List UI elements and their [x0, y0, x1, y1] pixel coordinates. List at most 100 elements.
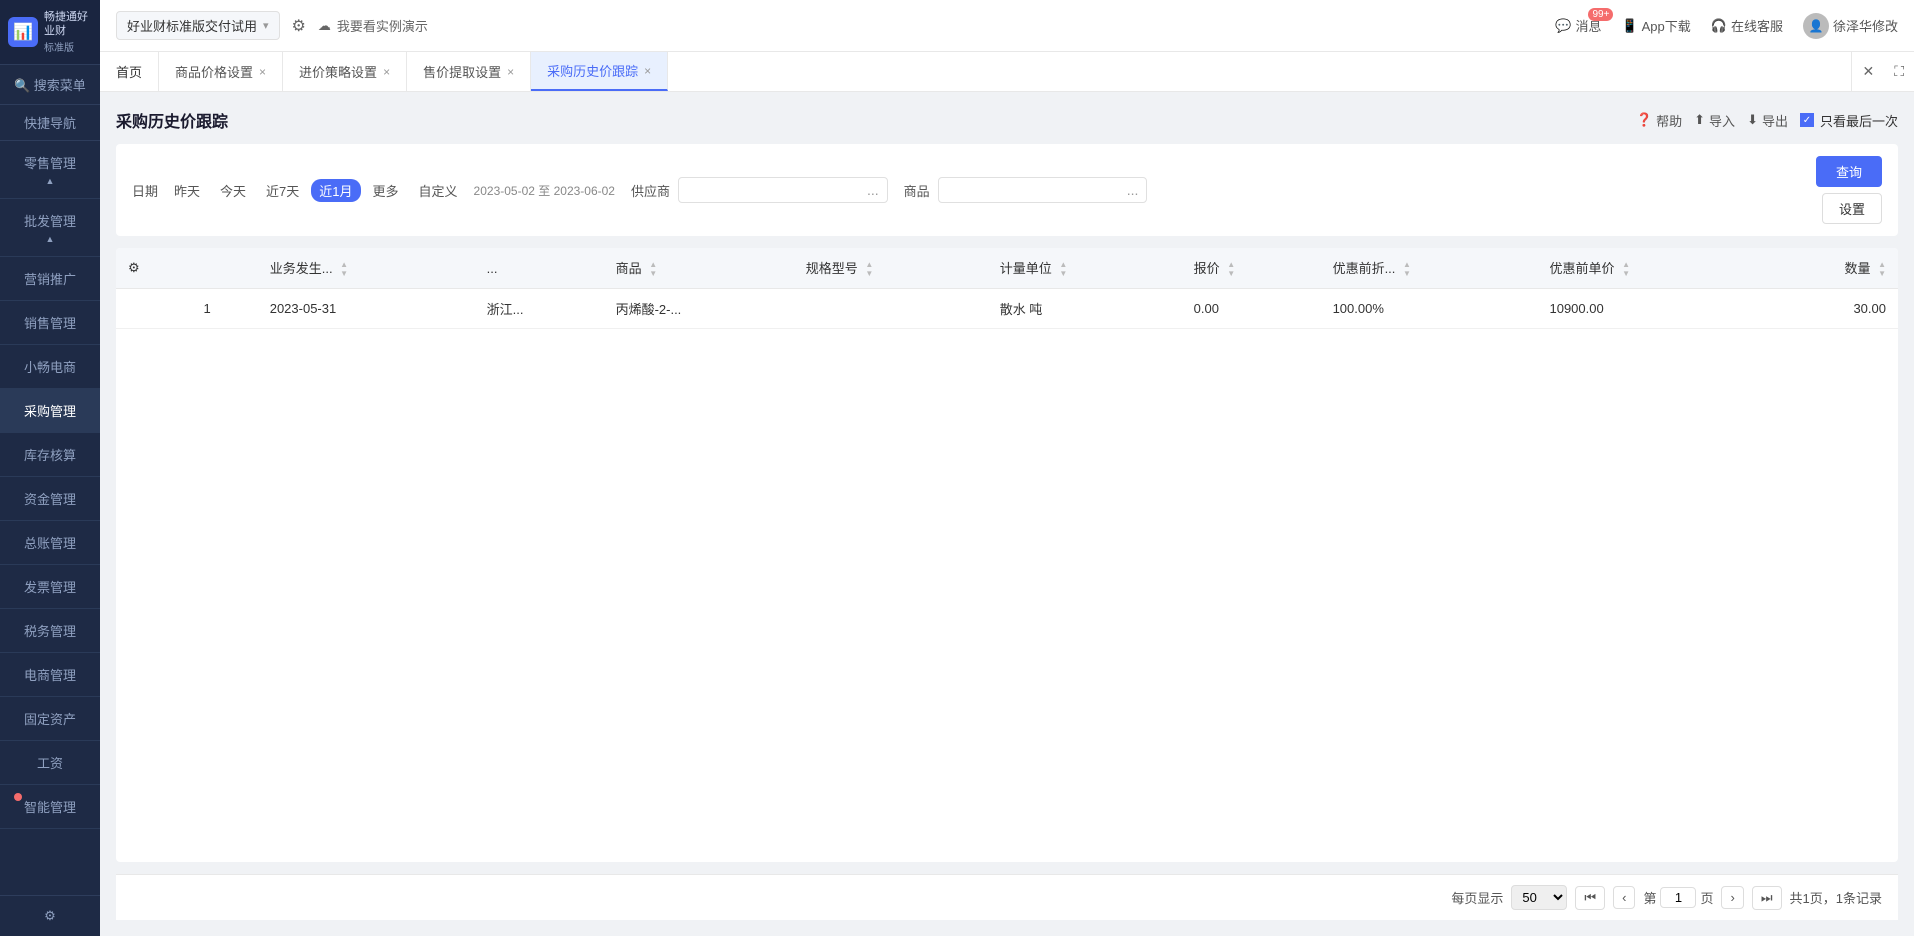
sidebar-item-label: 零售管理: [24, 153, 76, 172]
col-gear[interactable]: ⚙: [116, 248, 192, 289]
message-button[interactable]: 💬 消息 99+: [1555, 16, 1601, 35]
app-tag: 标准版: [44, 39, 92, 54]
user-menu[interactable]: 👤 徐泽华修改: [1803, 13, 1898, 39]
per-page-select[interactable]: 20 50 100: [1511, 885, 1567, 910]
sidebar-quick-nav[interactable]: 快捷导航: [0, 105, 100, 141]
tab-home[interactable]: 首页: [100, 52, 159, 91]
import-button[interactable]: ⬆ 导入: [1694, 111, 1735, 130]
app-logo-icon: 📊: [8, 17, 38, 47]
date-option-more[interactable]: 更多: [365, 179, 407, 202]
sidebar-item-finance[interactable]: 资金管理: [0, 477, 100, 521]
supplier-filter-label: 供应商: [631, 181, 670, 200]
sidebar-item-marketing[interactable]: 营销推广: [0, 257, 100, 301]
tab-close-window-button[interactable]: ✕: [1852, 52, 1884, 91]
sidebar-item-sales[interactable]: 销售管理: [0, 301, 100, 345]
filter-settings-button[interactable]: 设置: [1822, 193, 1882, 224]
tab-history-price[interactable]: 采购历史价跟踪 ×: [531, 52, 668, 91]
prev-page-button[interactable]: ‹: [1613, 886, 1635, 909]
tab-close-icon[interactable]: ×: [259, 65, 266, 79]
export-button[interactable]: ⬇ 导出: [1747, 111, 1788, 130]
tab-label: 首页: [116, 62, 142, 81]
col-business-date[interactable]: 业务发生... ▲▼: [258, 248, 475, 289]
version-selector[interactable]: 好业财标准版交付试用 ▾: [116, 11, 280, 40]
product-dots[interactable]: ...: [1127, 182, 1139, 198]
tab-close-icon[interactable]: ×: [507, 65, 514, 79]
topbar-settings-icon[interactable]: ⚙: [292, 16, 306, 36]
tab-label: 商品价格设置: [175, 62, 253, 81]
last-page-button[interactable]: ⏭: [1752, 886, 1782, 910]
row-quoted-price: 0.00: [1182, 289, 1321, 329]
sidebar-item-ecommerce-small[interactable]: 小畅电商: [0, 345, 100, 389]
sort-icon: ▲▼: [340, 261, 348, 278]
product-input-wrapper[interactable]: ...: [938, 177, 1148, 203]
sidebar-item-label: 智能管理: [24, 797, 76, 816]
sort-icon: ▲▼: [1622, 261, 1630, 278]
next-page-button[interactable]: ›: [1721, 886, 1743, 909]
sidebar-item-label: 库存核算: [24, 445, 76, 464]
sidebar-item-fixed-assets[interactable]: 固定资产: [0, 697, 100, 741]
date-option-today[interactable]: 今天: [212, 179, 254, 202]
sidebar-item-general-ledger[interactable]: 总账管理: [0, 521, 100, 565]
data-table-container: ⚙ 业务发生... ▲▼ ... 商品 ▲▼: [116, 248, 1898, 862]
chevron-down-icon: ▾: [263, 19, 269, 32]
sidebar-item-invoice[interactable]: 发票管理: [0, 565, 100, 609]
app-download-button[interactable]: 📱 App下载: [1621, 16, 1690, 35]
sidebar-item-label: 固定资产: [24, 709, 76, 728]
query-button[interactable]: 查询: [1816, 156, 1882, 187]
gear-icon: ⚙: [128, 260, 140, 275]
date-option-1month[interactable]: 近1月: [311, 179, 360, 202]
col-discount[interactable]: 优惠前折... ▲▼: [1321, 248, 1538, 289]
col-quantity[interactable]: 数量 ▲▼: [1759, 248, 1898, 289]
sidebar-item-payroll[interactable]: 工资: [0, 741, 100, 785]
col-pre-discount-price[interactable]: 优惠前单价 ▲▼: [1537, 248, 1759, 289]
topbar-demo[interactable]: ☁ 我要看实例演示: [318, 16, 428, 35]
supplier-dots[interactable]: ...: [867, 182, 879, 198]
settings-icon: ⚙: [44, 908, 56, 923]
col-quoted-price[interactable]: 报价 ▲▼: [1182, 248, 1321, 289]
supplier-input-wrapper[interactable]: ...: [678, 177, 888, 203]
import-label: 导入: [1709, 111, 1735, 130]
col-unit[interactable]: 计量单位 ▲▼: [988, 248, 1182, 289]
sidebar-bottom-settings[interactable]: ⚙: [0, 895, 100, 936]
date-option-yesterday[interactable]: 昨天: [166, 179, 208, 202]
tab-close-icon[interactable]: ×: [644, 64, 651, 78]
supplier-input[interactable]: [687, 183, 863, 198]
tab-close-icon[interactable]: ×: [383, 65, 390, 79]
tab-sale-price[interactable]: 售价提取设置 ×: [407, 52, 531, 91]
online-service-button[interactable]: 🎧 在线客服: [1711, 16, 1783, 35]
sidebar-search[interactable]: 🔍 搜索菜单: [0, 65, 100, 105]
help-button[interactable]: ❓ 帮助: [1636, 111, 1682, 130]
online-service-label: 在线客服: [1731, 16, 1783, 35]
product-filter-label: 商品: [904, 181, 930, 200]
tab-price[interactable]: 商品价格设置 ×: [159, 52, 283, 91]
sidebar-item-ecommerce[interactable]: 电商管理: [0, 653, 100, 697]
tab-maximize-button[interactable]: ⛶: [1884, 52, 1914, 91]
col-spec[interactable]: 规格型号 ▲▼: [794, 248, 988, 289]
first-page-button[interactable]: ⏮: [1575, 886, 1605, 910]
sidebar-item-retail[interactable]: 零售管理 ▲: [0, 141, 100, 199]
sidebar-item-label: 电商管理: [24, 665, 76, 684]
col-more[interactable]: ...: [475, 248, 604, 289]
page-input[interactable]: [1660, 887, 1696, 908]
sidebar-item-wholesale[interactable]: 批发管理 ▲: [0, 199, 100, 257]
last-only-toggle[interactable]: ✓ 只看最后一次: [1800, 111, 1898, 130]
sidebar-item-inventory[interactable]: 库存核算: [0, 433, 100, 477]
row-product: 丙烯酸-2-...: [604, 289, 794, 329]
sidebar-item-tax[interactable]: 税务管理: [0, 609, 100, 653]
sidebar-item-label: 销售管理: [24, 313, 76, 332]
sidebar-item-label: 工资: [37, 753, 63, 772]
sidebar-item-smart[interactable]: 智能管理: [0, 785, 100, 829]
demo-icon: ☁: [318, 18, 331, 34]
date-option-custom[interactable]: 自定义: [411, 179, 466, 202]
row-unit: 散水 吨: [988, 289, 1182, 329]
product-input[interactable]: [947, 183, 1123, 198]
col-product[interactable]: 商品 ▲▼: [604, 248, 794, 289]
sidebar-item-purchase[interactable]: 采购管理: [0, 389, 100, 433]
page-input-area: 第 页: [1643, 887, 1713, 908]
date-option-7days[interactable]: 近7天: [258, 179, 307, 202]
sort-icon: ▲▼: [1878, 261, 1886, 278]
smart-dot: [14, 793, 22, 801]
checkbox-icon: ✓: [1800, 113, 1814, 127]
tab-purchase-strategy[interactable]: 进价策略设置 ×: [283, 52, 407, 91]
version-label: 好业财标准版交付试用: [127, 16, 257, 35]
